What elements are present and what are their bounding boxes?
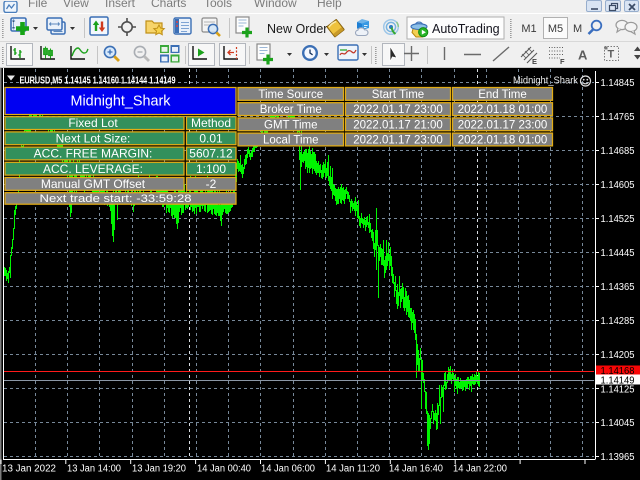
svg-text:13 Jan 14:00: 13 Jan 14:00: [67, 464, 121, 475]
svg-text:1:100: 1:100: [196, 162, 226, 176]
svg-text:1.14845: 1.14845: [601, 78, 635, 89]
svg-text:Midnight_Shark: Midnight_Shark: [513, 75, 579, 87]
svg-text:1.14685: 1.14685: [601, 146, 635, 157]
svg-text:M5: M5: [548, 23, 563, 35]
svg-text:ACC. FREE MARGIN:: ACC. FREE MARGIN:: [34, 147, 153, 161]
svg-text:2022.01.18 01:00: 2022.01.18 01:00: [458, 135, 548, 147]
svg-text:1.14365: 1.14365: [601, 282, 635, 293]
svg-text:E: E: [532, 57, 537, 66]
svg-text:Local Time: Local Time: [263, 135, 319, 147]
svg-text:EURUSD,M5 1.14145 1.14160 1.1: EURUSD,M5 1.14145 1.14160 1.14144 1.1414…: [20, 75, 176, 87]
svg-text:Next Lot Size:: Next Lot Size:: [56, 131, 131, 145]
svg-text:Start Time: Start Time: [372, 89, 424, 101]
svg-text:5607.12: 5607.12: [189, 147, 233, 161]
svg-text:14 Jan 16:40: 14 Jan 16:40: [389, 464, 443, 475]
svg-text:14 Jan 00:40: 14 Jan 00:40: [197, 464, 251, 475]
svg-text:1.14205: 1.14205: [601, 350, 635, 361]
svg-text:2022.01.17 23:00: 2022.01.17 23:00: [353, 135, 443, 147]
svg-text:AutoTrading: AutoTrading: [432, 22, 500, 36]
svg-text:13 Jan 2022: 13 Jan 2022: [2, 464, 56, 475]
svg-text:Broker Time: Broker Time: [260, 104, 322, 116]
svg-text:End Time: End Time: [478, 89, 527, 101]
svg-text:Fixed Lot: Fixed Lot: [68, 116, 118, 130]
svg-text:New Order: New Order: [267, 22, 327, 36]
svg-text:14 Jan 22:00: 14 Jan 22:00: [453, 464, 507, 475]
svg-text:M1: M1: [521, 23, 536, 35]
svg-text:1.14045: 1.14045: [601, 418, 635, 429]
svg-text:2022.01.18 01:00: 2022.01.18 01:00: [458, 104, 548, 116]
svg-text:Method: Method: [191, 116, 231, 130]
svg-text:2022.01.17 23:00: 2022.01.17 23:00: [353, 104, 443, 116]
svg-text:GMT Time: GMT Time: [264, 119, 317, 131]
svg-text:T: T: [608, 49, 615, 61]
svg-text:14 Jan 11:20: 14 Jan 11:20: [326, 464, 380, 475]
svg-text:Next trade start: -33:59:28: Next trade start: -33:59:28: [40, 193, 192, 205]
svg-text:Midnight_Shark: Midnight_Shark: [71, 94, 172, 110]
svg-text:1.14445: 1.14445: [601, 248, 635, 259]
svg-text:-2: -2: [206, 177, 217, 191]
svg-text:1.14605: 1.14605: [601, 180, 635, 191]
svg-text:13 Jan 19:20: 13 Jan 19:20: [132, 464, 186, 475]
svg-text:2022.01.17 21:00: 2022.01.17 21:00: [353, 119, 443, 131]
svg-text:1.14765: 1.14765: [601, 112, 635, 123]
svg-text:Manual GMT Offset: Manual GMT Offset: [41, 177, 146, 191]
svg-text:ACC. LEVERAGE:: ACC. LEVERAGE:: [43, 162, 143, 176]
svg-text:1.14525: 1.14525: [601, 214, 635, 225]
svg-text:M: M: [573, 23, 582, 35]
svg-text:A: A: [578, 48, 588, 63]
svg-text:0.01: 0.01: [199, 131, 223, 145]
svg-text:1.14285: 1.14285: [601, 316, 635, 327]
svg-text:14 Jan 06:00: 14 Jan 06:00: [261, 464, 315, 475]
svg-text:1.13965: 1.13965: [601, 452, 635, 463]
svg-text:F: F: [560, 57, 565, 66]
svg-text:1.14125: 1.14125: [601, 385, 635, 396]
svg-text:2022.01.17 23:00: 2022.01.17 23:00: [458, 119, 548, 131]
svg-text:Time Source: Time Source: [258, 89, 323, 101]
